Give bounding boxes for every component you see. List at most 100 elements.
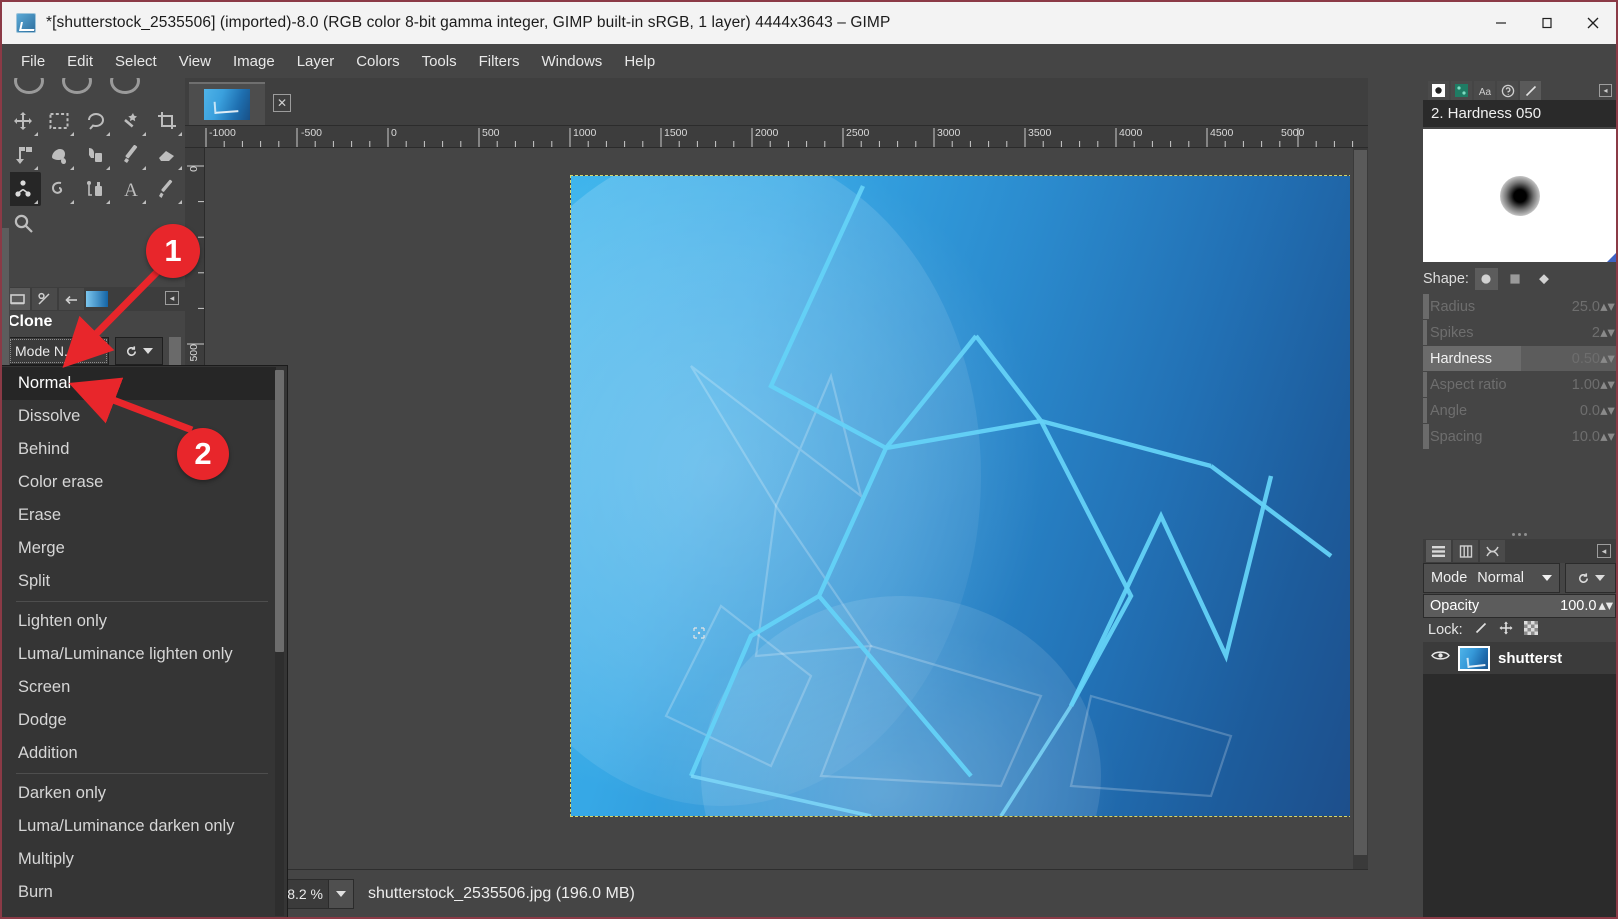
lock-alpha-icon[interactable] <box>1523 621 1538 639</box>
image-tab-shutterstock[interactable] <box>189 82 265 125</box>
close-icon[interactable]: ✕ <box>273 94 291 112</box>
dropdown-scrollbar[interactable] <box>275 370 284 916</box>
measure-tool[interactable] <box>77 172 113 206</box>
blend-mode-option-dodge[interactable]: Dodge <box>2 704 276 737</box>
tab-patterns[interactable] <box>1451 81 1472 100</box>
smudge-tool[interactable] <box>41 172 77 206</box>
color-picker-tool[interactable] <box>149 172 185 206</box>
dropdown-scrollbar-thumb[interactable] <box>275 370 284 652</box>
tab-layers[interactable] <box>1426 540 1451 562</box>
spinner-icon[interactable]: ▴▾ <box>1600 400 1615 421</box>
bucket-fill-tool[interactable] <box>41 138 77 172</box>
tab-undo-history[interactable] <box>59 288 84 310</box>
slider-angle[interactable]: Angle 0.0 ▴▾ <box>1423 398 1616 423</box>
spinner-icon[interactable]: ▴▾ <box>1600 374 1615 395</box>
layer-opacity-slider[interactable]: Opacity 100.0 ▴▾ <box>1423 594 1616 618</box>
menu-filters[interactable]: Filters <box>468 49 531 74</box>
blend-mode-option-luma-darken-only[interactable]: Luma/Luminance darken only <box>2 810 276 843</box>
blend-mode-option-lighten-only[interactable]: Lighten only <box>2 605 276 638</box>
blend-mode-option-erase[interactable]: Erase <box>2 499 276 532</box>
tab-document-history[interactable] <box>1497 81 1518 100</box>
tool-options-slider-track[interactable] <box>169 337 181 365</box>
eraser-tool[interactable] <box>149 138 185 172</box>
blend-mode-option-luma-lighten-only[interactable]: Luma/Luminance lighten only <box>2 638 276 671</box>
scrollbar-thumb[interactable] <box>1354 150 1367 855</box>
menu-view[interactable]: View <box>168 49 222 74</box>
layer-mode-reset-button[interactable] <box>1565 563 1616 593</box>
canvas-vertical-scrollbar[interactable] <box>1353 148 1368 903</box>
dock-menu-icon[interactable]: ◂ <box>1597 544 1611 558</box>
spinner-icon[interactable]: ▴▾ <box>1600 426 1615 447</box>
slider-spikes[interactable]: Spikes 2 ▴▾ <box>1423 320 1616 345</box>
slider-spacing[interactable]: Spacing 10.0 ▴▾ <box>1423 424 1616 449</box>
clone-tool[interactable] <box>5 172 41 206</box>
shape-circle-button[interactable] <box>1474 268 1498 290</box>
blend-mode-option-addition[interactable]: Addition <box>2 737 276 770</box>
menu-colors[interactable]: Colors <box>345 49 410 74</box>
blend-mode-option-split[interactable]: Split <box>2 565 276 598</box>
blend-mode-option-multiply[interactable]: Multiply <box>2 843 276 876</box>
dock-resize-grip[interactable] <box>1423 530 1616 539</box>
dock-menu-icon[interactable]: ◂ <box>1599 84 1612 97</box>
menu-image[interactable]: Image <box>222 49 286 74</box>
blend-mode-option-merge[interactable]: Merge <box>2 532 276 565</box>
tab-channels[interactable] <box>1453 540 1478 562</box>
spinner-icon[interactable]: ▴▾ <box>1600 296 1615 317</box>
minimize-button[interactable] <box>1478 2 1524 44</box>
tab-gradients[interactable] <box>86 291 108 307</box>
spinner-icon[interactable]: ▴▾ <box>1600 322 1615 343</box>
blend-mode-dropdown[interactable]: Mode N... <box>8 337 109 365</box>
crop-tool[interactable] <box>149 104 185 138</box>
menu-file[interactable]: File <box>10 49 56 74</box>
tab-device-status[interactable] <box>32 288 57 310</box>
blend-mode-option-behind[interactable]: Behind <box>2 433 276 466</box>
layer-row[interactable]: shutterst <box>1423 642 1616 674</box>
transform-tool[interactable] <box>5 138 41 172</box>
blend-mode-dropdown-popup[interactable]: Normal Dissolve Behind Color erase Erase… <box>0 365 288 919</box>
tab-paths[interactable] <box>1480 540 1505 562</box>
menu-edit[interactable]: Edit <box>56 49 104 74</box>
layer-mode-dropdown[interactable]: Mode Normal <box>1423 563 1560 593</box>
paintbrush-tool[interactable] <box>113 138 149 172</box>
tab-fonts[interactable]: Aa <box>1474 81 1495 100</box>
menu-select[interactable]: Select <box>104 49 168 74</box>
brush-resize-handle-icon[interactable] <box>1607 253 1616 262</box>
menu-layer[interactable]: Layer <box>286 49 346 74</box>
close-button[interactable] <box>1570 2 1616 44</box>
text-tool[interactable]: A <box>113 172 149 206</box>
maximize-button[interactable] <box>1524 2 1570 44</box>
lock-position-icon[interactable] <box>1499 621 1513 639</box>
shape-diamond-button[interactable] <box>1533 268 1556 290</box>
layer-visibility-icon[interactable] <box>1431 649 1450 667</box>
blend-mode-option-darken-only[interactable]: Darken only <box>2 777 276 810</box>
menu-tools[interactable]: Tools <box>411 49 468 74</box>
layer-list[interactable]: shutterst <box>1423 642 1616 919</box>
blend-mode-option-screen[interactable]: Screen <box>2 671 276 704</box>
ink-tool[interactable] <box>77 138 113 172</box>
tool-preset-reset-button[interactable] <box>115 337 163 365</box>
blend-mode-option-burn[interactable]: Burn <box>2 876 276 909</box>
lock-pixels-icon[interactable] <box>1474 621 1488 639</box>
slider-radius[interactable]: Radius 25.0 ▴▾ <box>1423 294 1616 319</box>
rectangle-select-tool[interactable] <box>41 104 77 138</box>
menu-help[interactable]: Help <box>613 49 666 74</box>
zoom-dropdown-button[interactable] <box>329 878 354 909</box>
slider-hardness[interactable]: Hardness 0.50 ▴▾ <box>1423 346 1616 371</box>
tab-brush-editor[interactable] <box>1520 81 1541 100</box>
slider-aspect-ratio[interactable]: Aspect ratio 1.00 ▴▾ <box>1423 372 1616 397</box>
canvas-viewport[interactable] <box>205 148 1350 903</box>
zoom-tool[interactable] <box>5 206 41 240</box>
horizontal-ruler[interactable]: -1000 -500 0 500 1000 1500 2000 2500 300… <box>185 126 1368 148</box>
tab-brushes[interactable] <box>1428 81 1449 100</box>
dock-menu-icon[interactable]: ◂ <box>165 291 179 305</box>
blend-mode-option-dissolve[interactable]: Dissolve <box>2 400 276 433</box>
move-tool[interactable] <box>5 104 41 138</box>
blend-mode-option-normal[interactable]: Normal <box>2 367 276 400</box>
shape-square-button[interactable] <box>1504 268 1527 290</box>
fuzzy-select-tool[interactable] <box>113 104 149 138</box>
free-select-tool[interactable] <box>77 104 113 138</box>
canvas-image[interactable] <box>570 175 1350 817</box>
blend-mode-option-color-erase[interactable]: Color erase <box>2 466 276 499</box>
spinner-icon[interactable]: ▴▾ <box>1598 598 1613 614</box>
spinner-icon[interactable]: ▴▾ <box>1600 348 1615 369</box>
